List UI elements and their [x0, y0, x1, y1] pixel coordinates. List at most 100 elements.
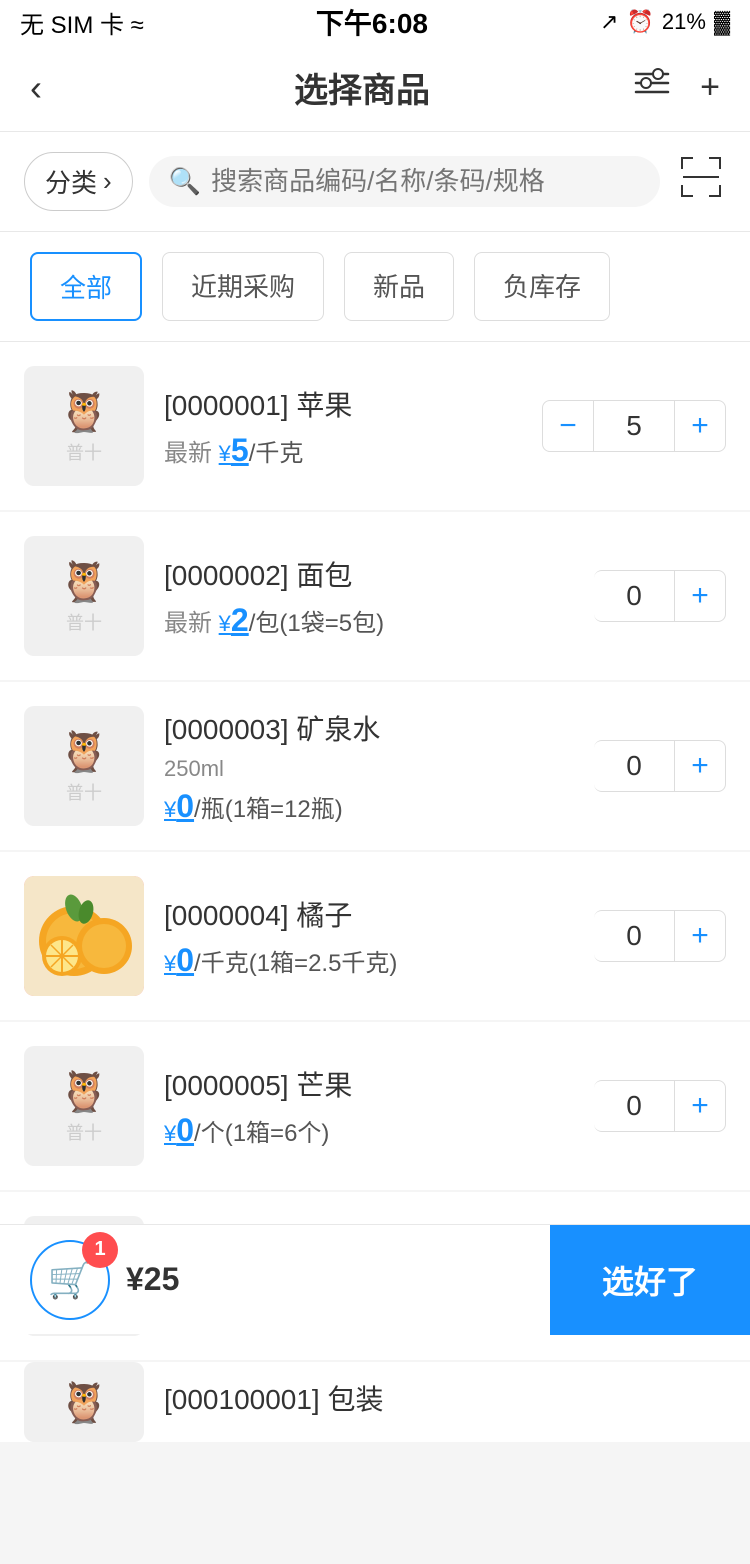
status-right: ↗ ⏰ 21% ▓ — [600, 9, 730, 35]
price-unit: /瓶(1箱=12瓶) — [194, 796, 343, 823]
add-button[interactable]: + — [700, 68, 720, 107]
battery-status: 21% — [662, 9, 706, 35]
page-title: 选择商品 — [294, 63, 430, 112]
tab-recent[interactable]: 近期采购 — [162, 252, 324, 321]
placeholder-text: 普十 — [66, 779, 102, 805]
product-info-p1: [0000001] 苹果 最新 ¥5/千克 — [164, 384, 522, 469]
category-chevron-icon: › — [103, 166, 112, 197]
product-image-p1: 🦉 普十 — [24, 366, 144, 486]
product-name: [0000002] 面包 — [164, 554, 574, 594]
price-number: 5 — [231, 432, 249, 468]
product-name: [0000005] 芒果 — [164, 1064, 574, 1104]
list-item: [0000004] 橘子 ¥0/千克(1箱=2.5千克) + — [0, 852, 750, 1020]
product-image-p2: 🦉 普十 — [24, 536, 144, 656]
product-image-p5: 🦉 普十 — [24, 1046, 144, 1166]
product-spec: 250ml — [164, 756, 574, 782]
category-button[interactable]: 分类 › — [24, 152, 133, 211]
price-label: 最新 — [164, 610, 219, 637]
quantity-increase-p1[interactable]: + — [674, 400, 726, 452]
list-item: 🦉 普十 [0000002] 面包 最新 ¥2/包(1袋=5包) + — [0, 512, 750, 680]
tab-all[interactable]: 全部 — [30, 252, 142, 321]
filter-bar: 分类 › 🔍 — [0, 132, 750, 232]
placeholder-icon: 🦉 — [59, 388, 109, 435]
product-image-p3: 🦉 普十 — [24, 706, 144, 826]
location-icon: ↗ — [600, 9, 618, 35]
price-label: 最新 — [164, 440, 219, 467]
tab-negative[interactable]: 负库存 — [474, 252, 610, 321]
product-price: 最新 ¥5/千克 — [164, 432, 522, 469]
scan-button[interactable] — [676, 155, 726, 208]
price-unit: /千克 — [249, 440, 304, 467]
price-currency: ¥ — [164, 1121, 176, 1146]
product-price: ¥0/个(1箱=6个) — [164, 1112, 574, 1149]
placeholder-icon: 🦉 — [59, 1379, 109, 1426]
cart-badge: 1 — [82, 1232, 118, 1268]
quantity-input-p5[interactable] — [594, 1080, 674, 1132]
product-price: ¥0/瓶(1箱=12瓶) — [164, 788, 574, 825]
quantity-decrease-p1[interactable]: − — [542, 400, 594, 452]
product-price: ¥0/千克(1箱=2.5千克) — [164, 942, 574, 979]
price-currency: ¥ — [164, 951, 176, 976]
status-time: 下午6:08 — [316, 2, 428, 42]
list-item: 🦉 普十 [0000001] 苹果 最新 ¥5/千克 − + — [0, 342, 750, 510]
price-unit: /包(1袋=5包) — [249, 610, 384, 637]
category-label: 分类 — [45, 163, 97, 200]
product-name: [0000003] 矿泉水 — [164, 708, 574, 748]
price-number: 0 — [176, 788, 194, 824]
tabs-bar: 全部 近期采购 新品 负库存 — [0, 232, 750, 342]
placeholder-text: 普十 — [66, 1119, 102, 1145]
battery-icon: ▓ — [714, 9, 730, 35]
quantity-increase-p2[interactable]: + — [674, 570, 726, 622]
price-number: 0 — [176, 1112, 194, 1148]
quantity-increase-p4[interactable]: + — [674, 910, 726, 962]
quantity-control-p1: − + — [542, 400, 726, 452]
price-unit: /千克(1箱=2.5千克) — [194, 950, 397, 977]
search-icon: 🔍 — [169, 166, 201, 197]
search-input[interactable] — [211, 166, 640, 197]
status-left: 无 SIM 卡 ≈ — [20, 5, 144, 40]
list-item: 🦉 普十 [0000005] 芒果 ¥0/个(1箱=6个) + — [0, 1022, 750, 1190]
quantity-increase-p5[interactable]: + — [674, 1080, 726, 1132]
quantity-increase-p3[interactable]: + — [674, 740, 726, 792]
quantity-control-p5: + — [594, 1080, 726, 1132]
product-info-p4: [0000004] 橘子 ¥0/千克(1箱=2.5千克) — [164, 894, 574, 979]
cart-icon: 🛒 — [48, 1259, 93, 1301]
placeholder-icon: 🦉 — [59, 1068, 109, 1115]
cart-area: 🛒 1 ¥25 — [0, 1240, 550, 1320]
price-number: 0 — [176, 942, 194, 978]
product-info-p5: [0000005] 芒果 ¥0/个(1箱=6个) — [164, 1064, 574, 1149]
product-name: [0000001] 苹果 — [164, 384, 522, 424]
bottom-bar: 🛒 1 ¥25 选好了 — [0, 1224, 750, 1334]
cart-button[interactable]: 🛒 1 — [30, 1240, 110, 1320]
quantity-input-p4[interactable] — [594, 910, 674, 962]
price-currency: ¥ — [219, 441, 231, 466]
product-info-p7: [000100001] 包装 — [164, 1378, 726, 1426]
back-button[interactable]: ‹ — [30, 67, 90, 109]
product-info-p3: [0000003] 矿泉水 250ml ¥0/瓶(1箱=12瓶) — [164, 708, 574, 825]
quantity-control-p3: + — [594, 740, 726, 792]
product-price: 最新 ¥2/包(1袋=5包) — [164, 602, 574, 639]
quantity-control-p2: + — [594, 570, 726, 622]
search-box: 🔍 — [149, 156, 660, 207]
price-number: 2 — [231, 602, 249, 638]
placeholder-icon: 🦉 — [59, 558, 109, 605]
quantity-input-p2[interactable] — [594, 570, 674, 622]
quantity-input-p1[interactable] — [594, 400, 674, 452]
filter-button[interactable] — [634, 68, 670, 107]
confirm-button[interactable]: 选好了 — [550, 1225, 750, 1335]
tab-new[interactable]: 新品 — [344, 252, 454, 321]
quantity-control-p4: + — [594, 910, 726, 962]
price-currency: ¥ — [164, 797, 176, 822]
price-currency: ¥ — [219, 611, 231, 636]
product-image-p7: 🦉 — [24, 1362, 144, 1442]
product-name: [000100001] 包装 — [164, 1378, 726, 1418]
quantity-input-p3[interactable] — [594, 740, 674, 792]
placeholder-icon: 🦉 — [59, 728, 109, 775]
product-info-p2: [0000002] 面包 最新 ¥2/包(1袋=5包) — [164, 554, 574, 639]
alarm-icon: ⏰ — [626, 9, 653, 35]
nav-bar: ‹ 选择商品 + — [0, 44, 750, 132]
product-name: [0000004] 橘子 — [164, 894, 574, 934]
product-image-p4 — [24, 876, 144, 996]
nav-actions: + — [634, 68, 720, 107]
list-item: 🦉 [000100001] 包装 — [0, 1362, 750, 1442]
